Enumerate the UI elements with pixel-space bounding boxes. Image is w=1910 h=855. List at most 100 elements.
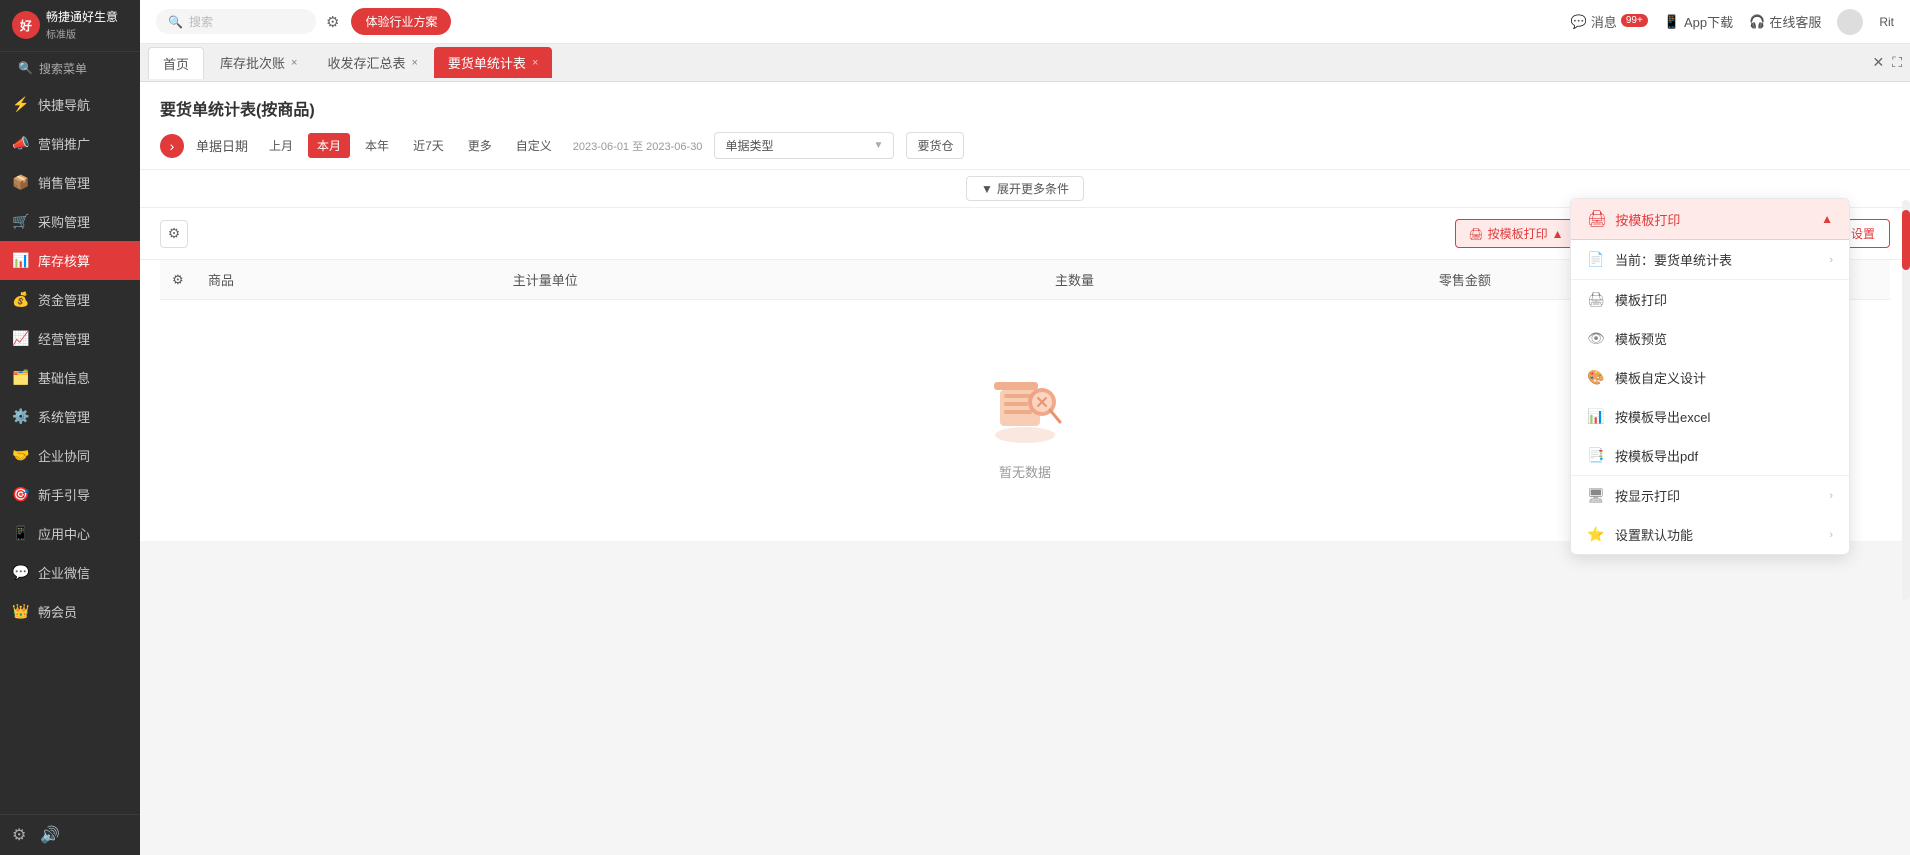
filter-row: › 单据日期 上月 本月 本年 近7天 更多 自定义 2023-06-01 至 …	[160, 132, 1890, 169]
dropdown-header: 🖨 按模板打印 ▲	[1571, 199, 1849, 240]
table-header-unit: 主计量单位	[501, 260, 1043, 300]
basic-icon: 🗂️	[12, 368, 30, 386]
tabs-window-controls: ✕ ⛶	[1872, 54, 1902, 71]
finance-icon: 💰	[12, 290, 30, 308]
display-print-arrow-icon: ›	[1829, 490, 1833, 502]
tab-receipt-summary-close[interactable]: ×	[411, 57, 417, 69]
doc-type-label: 单据类型	[725, 137, 869, 154]
sidebar-item-marketing[interactable]: 📣 营销推广	[0, 124, 140, 163]
sidebar-search[interactable]: 🔍 搜索菜单	[0, 52, 140, 85]
date-option-custom[interactable]: 自定义	[507, 133, 561, 158]
default-function-icon: ⭐	[1587, 526, 1605, 544]
date-option-last-7-days[interactable]: 近7天	[404, 133, 453, 158]
window-close-btn[interactable]: ✕	[1872, 54, 1884, 71]
sidebar-nav: ⚡ 快捷导航 📣 营销推广 📦 销售管理 🛒 采购管理 📊 库存核算 💰 资金管…	[0, 85, 140, 814]
dropdown-template-pdf[interactable]: 📑 按模板导出pdf	[1571, 436, 1849, 475]
online-service-button[interactable]: 🎧 在线客服	[1749, 12, 1821, 31]
sound-icon[interactable]: 🔊	[40, 825, 60, 845]
sidebar-item-label: 基础信息	[38, 368, 90, 387]
date-range-display: 2023-06-01 至 2023-06-30	[573, 138, 703, 154]
template-doc-icon: 📄	[1587, 251, 1605, 269]
dropdown-template-excel[interactable]: 📊 按模板导出excel	[1571, 397, 1849, 436]
expand-more-button[interactable]: ▼ 展开更多条件	[966, 176, 1084, 201]
dropdown-display-print[interactable]: 🖥 按显示打印 ›	[1571, 476, 1849, 515]
sidebar-item-sales[interactable]: 📦 销售管理	[0, 163, 140, 202]
tab-home[interactable]: 首页	[148, 47, 204, 79]
app-download-icon: 📱	[1664, 14, 1680, 30]
sidebar-item-member[interactable]: 👑 畅会员	[0, 592, 140, 631]
dropdown-template-preview[interactable]: 👁 模板预览	[1571, 319, 1849, 358]
system-icon: ⚙️	[12, 407, 30, 425]
dropdown-collapse-icon[interactable]: ▲	[1821, 212, 1833, 226]
print-button[interactable]: 🖨 按模板打印 ▲	[1455, 219, 1576, 248]
display-print-icon: 🖥	[1587, 487, 1605, 505]
settings-icon[interactable]: ⚙	[12, 825, 26, 845]
collab-icon: 🤝	[12, 446, 30, 464]
sales-icon: 📦	[12, 173, 30, 191]
app-logo-icon: 好	[12, 11, 40, 39]
print-dropdown-menu: 🖨 按模板打印 ▲ 📄 当前：要货单统计表 › 🖨 模板打印 👁 模板预览 🎨	[1570, 198, 1850, 555]
username: Rit	[1879, 15, 1894, 29]
topbar-search-text: 搜索	[189, 13, 213, 30]
date-option-current-month[interactable]: 本月	[308, 133, 350, 158]
tab-order-summary[interactable]: 要货单统计表 ×	[434, 47, 552, 78]
topbar-search[interactable]: 🔍 搜索	[156, 9, 316, 34]
sidebar-item-appstore[interactable]: 📱 应用中心	[0, 514, 140, 553]
page-title: 要货单统计表(按商品)	[160, 96, 1890, 120]
sidebar-item-label: 系统管理	[38, 407, 90, 426]
sidebar-item-label: 新手引导	[38, 485, 90, 504]
date-option-current-year[interactable]: 本年	[356, 133, 398, 158]
sidebar-item-system[interactable]: ⚙️ 系统管理	[0, 397, 140, 436]
dropdown-default-function[interactable]: ⭐ 设置默认功能 ›	[1571, 515, 1849, 554]
sidebar-item-operations[interactable]: 📈 经营管理	[0, 319, 140, 358]
sidebar-item-wechat[interactable]: 💬 企业微信	[0, 553, 140, 592]
appstore-icon: 📱	[12, 524, 30, 542]
doc-type-filter[interactable]: 单据类型 ▼	[714, 132, 894, 159]
current-template-label: 当前：要货单统计表	[1615, 250, 1732, 269]
sidebar-item-collab[interactable]: 🤝 企业协同	[0, 436, 140, 475]
window-maximize-btn[interactable]: ⛶	[1892, 54, 1902, 71]
sidebar-item-basic[interactable]: 🗂️ 基础信息	[0, 358, 140, 397]
wechat-icon: 💬	[12, 563, 30, 581]
avatar[interactable]	[1837, 9, 1863, 35]
topbar-gear-icon[interactable]: ⚙	[326, 13, 339, 31]
sidebar-item-label: 畅会员	[38, 602, 77, 621]
tab-inventory-batch-close[interactable]: ×	[291, 57, 297, 69]
sidebar-item-label: 快捷导航	[38, 95, 90, 114]
dropdown-current-template[interactable]: 📄 当前：要货单统计表 ›	[1571, 240, 1849, 279]
message-icon: 💬	[1571, 14, 1587, 30]
date-option-more[interactable]: 更多	[459, 133, 501, 158]
sidebar-item-purchase[interactable]: 🛒 采购管理	[0, 202, 140, 241]
guide-icon: 🎯	[12, 485, 30, 503]
page-header: 要货单统计表(按商品) › 单据日期 上月 本月 本年 近7天 更多 自定义 2…	[140, 82, 1910, 170]
sidebar-item-label: 资金管理	[38, 290, 90, 309]
date-filter-label: 单据日期	[196, 136, 248, 155]
table-settings-button[interactable]: ⚙	[160, 220, 188, 248]
expand-more-icon: ▼	[981, 182, 993, 196]
topbar-right: 💬 消息 99+ 📱 App下载 🎧 在线客服 Rit	[1571, 9, 1894, 35]
right-scrollbar[interactable]	[1902, 200, 1910, 600]
tab-inventory-batch[interactable]: 库存批次账 ×	[206, 47, 311, 78]
tab-order-summary-close[interactable]: ×	[532, 57, 538, 69]
tab-inventory-batch-label: 库存批次账	[220, 53, 285, 72]
dropdown-template-design[interactable]: 🎨 模板自定义设计	[1571, 358, 1849, 397]
table-header-settings[interactable]: ⚙	[160, 260, 196, 300]
sidebar-item-label: 应用中心	[38, 524, 90, 543]
sidebar-item-shortcut[interactable]: ⚡ 快捷导航	[0, 85, 140, 124]
sidebar-item-label: 企业协同	[38, 446, 90, 465]
filter-expand-button[interactable]: ›	[160, 134, 184, 158]
doc-type-arrow-icon: ▼	[874, 140, 884, 151]
sidebar-item-finance[interactable]: 💰 资金管理	[0, 280, 140, 319]
trial-button[interactable]: 体验行业方案	[351, 8, 451, 35]
tab-receipt-summary[interactable]: 收发存汇总表 ×	[313, 47, 431, 78]
order-warehouse-filter[interactable]: 要货仓	[906, 132, 964, 159]
dropdown-template-print[interactable]: 🖨 模板打印	[1571, 280, 1849, 319]
sidebar-item-guide[interactable]: 🎯 新手引导	[0, 475, 140, 514]
date-option-prev-month[interactable]: 上月	[260, 133, 302, 158]
tabs-bar: 首页 库存批次账 × 收发存汇总表 × 要货单统计表 × ✕ ⛶	[140, 44, 1910, 82]
message-button[interactable]: 💬 消息 99+	[1571, 12, 1648, 31]
sidebar-item-label: 经营管理	[38, 329, 90, 348]
app-download-button[interactable]: 📱 App下载	[1664, 12, 1733, 31]
sidebar-item-inventory[interactable]: 📊 库存核算	[0, 241, 140, 280]
app-version: 标准版	[46, 26, 118, 41]
